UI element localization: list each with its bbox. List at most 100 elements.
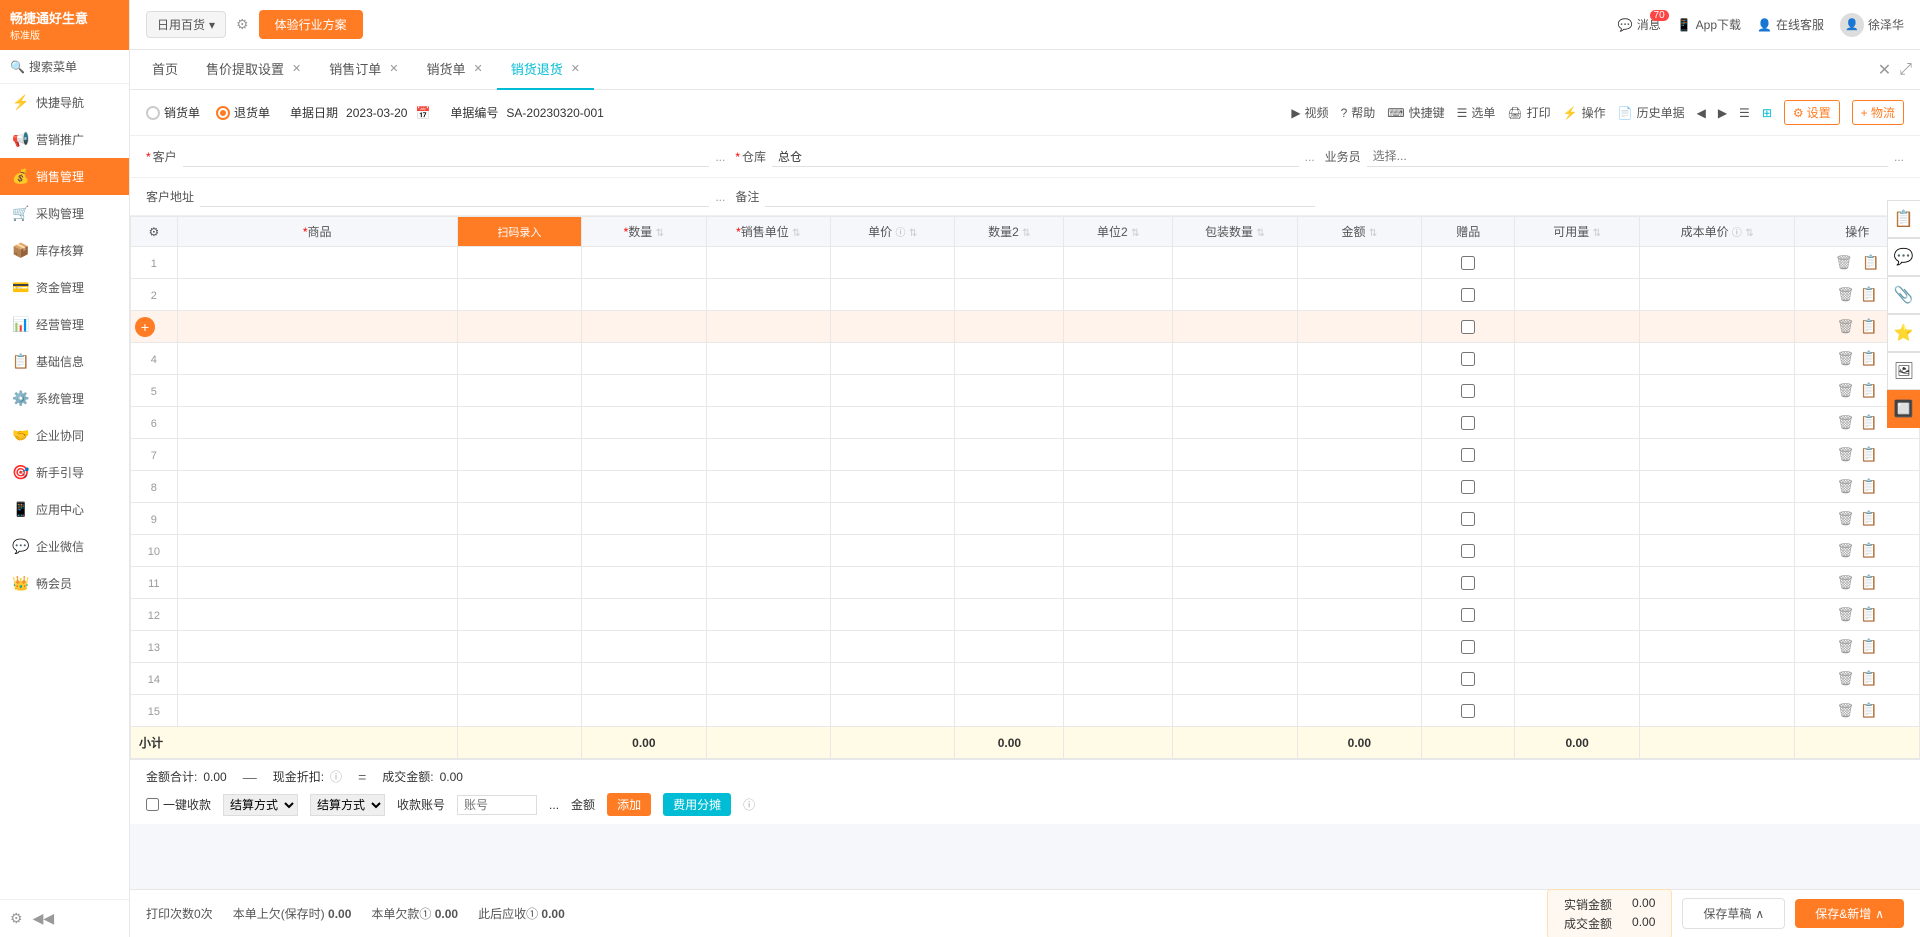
salesman-dots[interactable]: ...	[1894, 150, 1904, 164]
copy-row-7-icon[interactable]: 📋	[1860, 446, 1877, 462]
video-item[interactable]: ▶ 视频	[1291, 104, 1328, 121]
sidebar-nav-item-guide[interactable]: 🎯 新手引导	[0, 454, 129, 491]
avail-cell-1[interactable]	[1515, 247, 1639, 279]
sidebar-nav-item-purchase[interactable]: 🛒 采购管理	[0, 195, 129, 232]
grid-view-icon[interactable]: ⊞	[1762, 106, 1772, 120]
add-payment-btn[interactable]: 添加	[607, 793, 651, 816]
select-order-item[interactable]: ☰ 选单	[1457, 104, 1496, 121]
gift-checkbox-12[interactable]	[1461, 608, 1475, 622]
copy-row-13-icon[interactable]: 📋	[1860, 638, 1877, 654]
history-item[interactable]: 📄 历史单据	[1618, 104, 1685, 121]
industry-select[interactable]: 日用百货 ▾	[146, 11, 226, 38]
one-click-checkbox[interactable]: 一键收款	[146, 796, 211, 813]
gift-checkbox-3[interactable]	[1461, 320, 1475, 334]
tab-sale-order-close[interactable]: ✕	[389, 62, 398, 75]
warehouse-dots[interactable]: ...	[1305, 150, 1315, 164]
delete-row-13-icon[interactable]: 🗑	[1837, 638, 1855, 654]
delete-row-4-icon[interactable]: 🗑	[1837, 350, 1855, 366]
th-scan[interactable]: 扫码录入	[457, 217, 581, 247]
copy-row-14-icon[interactable]: 📋	[1860, 670, 1877, 686]
tab-expand-icon[interactable]: ⤢	[1899, 61, 1912, 79]
delete-row-2-icon[interactable]: 🗑	[1837, 286, 1855, 302]
customer-dots[interactable]: ...	[715, 150, 725, 164]
delete-row-9-icon[interactable]: 🗑	[1837, 510, 1855, 526]
app-download-item[interactable]: 📱 App下载	[1677, 16, 1741, 33]
calendar-icon[interactable]: 📅	[415, 106, 430, 120]
delete-row-10-icon[interactable]: 🗑	[1837, 542, 1855, 558]
one-click-check[interactable]	[146, 798, 159, 811]
add-row-btn[interactable]: +	[135, 317, 155, 337]
delete-row-1-icon[interactable]: 🗑	[1835, 254, 1853, 270]
settings-bottom-icon[interactable]: ⚙	[10, 910, 23, 927]
customer-input[interactable]	[183, 146, 710, 167]
unit-cell-1[interactable]	[706, 247, 830, 279]
sidebar-nav-item-inventory[interactable]: 📦 库存核算	[0, 232, 129, 269]
tab-sale-return[interactable]: 销货退货 ✕	[497, 50, 594, 90]
pkg-cell-1[interactable]	[1173, 247, 1297, 279]
gift-checkbox-15[interactable]	[1461, 704, 1475, 718]
copy-row-6-icon[interactable]: 📋	[1860, 414, 1877, 430]
copy-row-1-icon[interactable]: 📋	[1862, 254, 1879, 270]
tab-sale-order[interactable]: 销售订单 ✕	[315, 50, 412, 90]
settlement-select[interactable]: 结算方式	[223, 794, 298, 816]
gift-cell-1[interactable]	[1422, 247, 1515, 279]
user-item[interactable]: 👤 徐泽华	[1840, 13, 1904, 37]
copy-row-10-icon[interactable]: 📋	[1860, 542, 1877, 558]
copy-row-2-icon[interactable]: 📋	[1860, 286, 1877, 302]
logistics-btn[interactable]: + 物流	[1852, 100, 1904, 125]
prev-btn[interactable]: ◀	[1697, 106, 1706, 120]
gift-checkbox-13[interactable]	[1461, 640, 1475, 654]
product-input-3[interactable]	[182, 319, 453, 334]
gift-checkbox-14[interactable]	[1461, 672, 1475, 686]
gift-checkbox-11[interactable]	[1461, 576, 1475, 590]
right-panel-icon-5[interactable]: 🖼	[1887, 352, 1920, 390]
sidebar-nav-item-marketing[interactable]: 📢 营销推广	[0, 121, 129, 158]
fee-info-icon[interactable]: ⓘ	[743, 796, 755, 813]
gift-checkbox-6[interactable]	[1461, 416, 1475, 430]
message-item[interactable]: 💬 消息 70	[1618, 16, 1661, 33]
help-item[interactable]: ? 帮助	[1341, 104, 1376, 121]
sidebar-nav-item-basic[interactable]: 📋 基础信息	[0, 343, 129, 380]
delete-row-5-icon[interactable]: 🗑	[1837, 382, 1855, 398]
sidebar-nav-item-system[interactable]: ⚙️ 系统管理	[0, 380, 129, 417]
sidebar-nav-item-operations[interactable]: 📊 经营管理	[0, 306, 129, 343]
sidebar-nav-item-member[interactable]: 👑 畅会员	[0, 565, 129, 602]
setup-btn[interactable]: ⚙ 设置	[1784, 100, 1840, 125]
search-menu[interactable]: 🔍 搜索菜单	[0, 50, 129, 84]
sidebar-nav-item-apps[interactable]: 📱 应用中心	[0, 491, 129, 528]
scan-btn[interactable]: 扫码录入	[497, 227, 541, 239]
cost-cell-1[interactable]	[1639, 247, 1795, 279]
delete-row-14-icon[interactable]: 🗑	[1837, 670, 1855, 686]
delete-row-8-icon[interactable]: 🗑	[1837, 478, 1855, 494]
save-draft-btn[interactable]: 保存草稿 ∧	[1682, 898, 1785, 929]
copy-row-8-icon[interactable]: 📋	[1860, 478, 1877, 494]
right-panel-icon-2[interactable]: 💬	[1887, 238, 1920, 276]
gift-checkbox-7[interactable]	[1461, 448, 1475, 462]
delete-row-12-icon[interactable]: 🗑	[1837, 606, 1855, 622]
salesman-input[interactable]	[1367, 146, 1888, 167]
online-service-item[interactable]: 👤 在线客服	[1757, 16, 1824, 33]
amount-cell-1[interactable]	[1297, 247, 1421, 279]
address-dots[interactable]: ...	[715, 190, 725, 204]
right-panel-icon-4[interactable]: ⭐	[1887, 314, 1920, 352]
delete-row-3-icon[interactable]: 🗑	[1837, 318, 1855, 334]
sidebar-nav-item-finance[interactable]: 💳 资金管理	[0, 269, 129, 306]
fee-split-btn[interactable]: 费用分摊	[663, 793, 731, 816]
tab-sale-goods[interactable]: 销货单 ✕	[412, 50, 496, 90]
qty-cell-1[interactable]	[582, 247, 706, 279]
next-btn[interactable]: ▶	[1718, 106, 1727, 120]
gift-checkbox-2[interactable]	[1461, 288, 1475, 302]
copy-row-4-icon[interactable]: 📋	[1860, 350, 1877, 366]
amount-dots[interactable]: ...	[549, 798, 559, 812]
th-gear[interactable]: ⚙	[131, 217, 178, 247]
gift-checkbox-5[interactable]	[1461, 384, 1475, 398]
remark-input[interactable]	[765, 186, 1314, 207]
gift-checkbox-8[interactable]	[1461, 480, 1475, 494]
radio-sale[interactable]: 销货单	[146, 104, 200, 121]
right-panel-icon-6[interactable]: 🔲	[1887, 390, 1920, 428]
collapse-sidebar-icon[interactable]: ◀◀	[33, 910, 55, 927]
header-gear-icon[interactable]: ⚙	[236, 16, 249, 33]
tab-sale-price[interactable]: 售价提取设置 ✕	[192, 50, 315, 90]
right-panel-icon-3[interactable]: 📎	[1887, 276, 1920, 314]
account-input[interactable]	[457, 795, 537, 815]
